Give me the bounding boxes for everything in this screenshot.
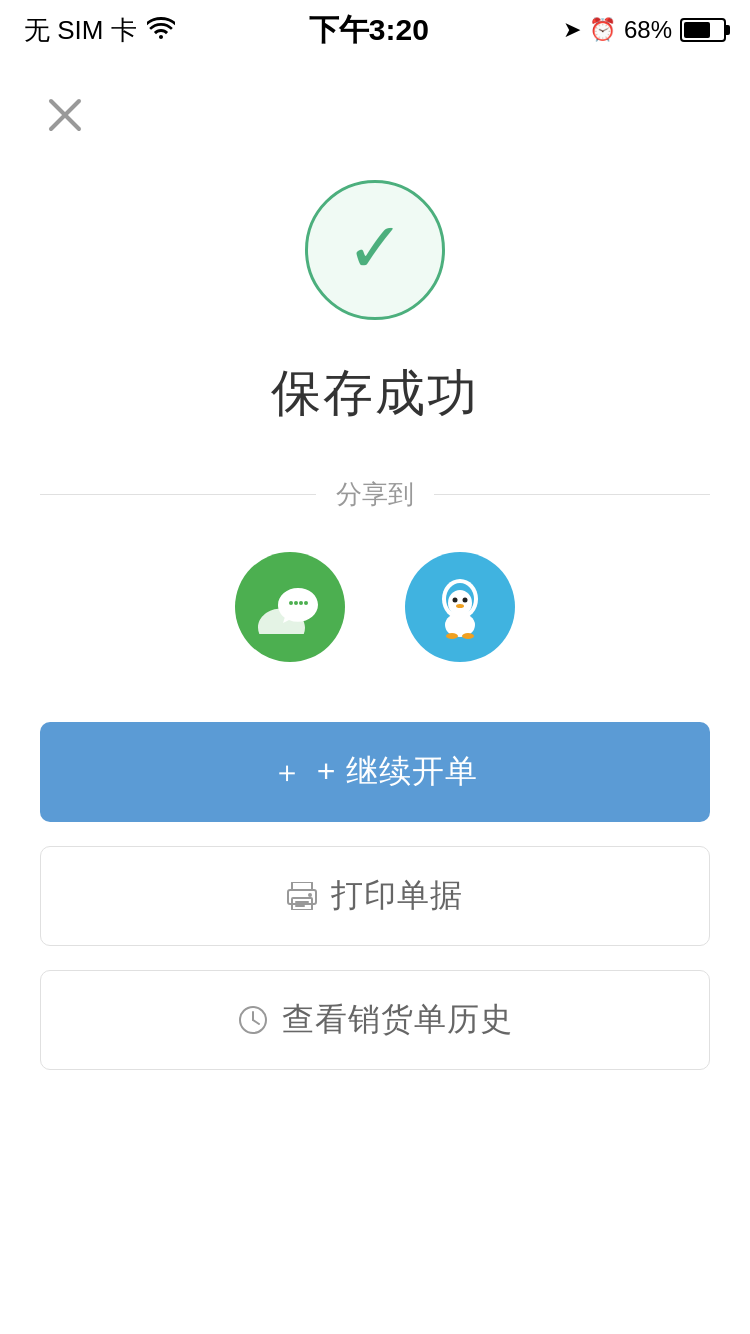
plus-icon: ＋ [272,752,303,793]
battery-percent-text: 68% [624,16,672,44]
svg-point-13 [456,604,464,608]
qq-share-button[interactable] [405,552,515,662]
share-icons-container [40,552,710,662]
main-content: ✓ 保存成功 分享到 [0,60,750,1334]
wechat-share-button[interactable] [235,552,345,662]
close-button[interactable] [40,90,90,140]
svg-point-5 [294,601,298,605]
print-button[interactable]: 打印单据 [40,846,710,946]
history-button-label: 查看销货单历史 [282,998,513,1042]
svg-line-25 [253,1020,259,1024]
continue-button-label: + 继续开单 [317,750,479,794]
history-icon [238,1005,268,1035]
status-carrier: 无 SIM 卡 [24,13,175,48]
share-label: 分享到 [336,477,414,512]
success-section: ✓ 保存成功 [271,150,479,467]
svg-point-15 [446,633,458,639]
checkmark-icon: ✓ [346,213,405,283]
carrier-text: 无 SIM 卡 [24,13,137,48]
alarm-icon: ⏰ [589,17,616,43]
divider-right [434,494,710,495]
svg-rect-17 [292,882,312,890]
svg-point-12 [463,598,468,603]
svg-rect-20 [295,901,309,903]
success-title: 保存成功 [271,360,479,427]
svg-point-4 [289,601,293,605]
continue-button[interactable]: ＋ + 继续开单 [40,722,710,822]
share-divider: 分享到 [40,477,710,512]
close-button-container [40,60,710,150]
svg-point-10 [448,590,472,616]
battery-icon [680,18,726,42]
share-section: 分享到 [40,477,710,722]
svg-point-16 [462,633,474,639]
print-button-label: 打印单据 [331,874,463,918]
svg-point-22 [308,893,312,897]
printer-icon [287,882,317,910]
history-button[interactable]: 查看销货单历史 [40,970,710,1070]
svg-point-7 [304,601,308,605]
status-bar: 无 SIM 卡 下午3:20 ➤ ⏰ 68% [0,0,750,60]
divider-left [40,494,316,495]
status-indicators: ➤ ⏰ 68% [563,16,726,44]
wifi-icon [147,15,175,46]
action-buttons: ＋ + 继续开单 打印单据 [40,722,710,1070]
success-circle: ✓ [305,180,445,320]
svg-rect-21 [295,905,305,907]
svg-point-6 [299,601,303,605]
status-time: 下午3:20 [309,10,429,51]
svg-point-11 [453,598,458,603]
location-icon: ➤ [563,17,581,43]
